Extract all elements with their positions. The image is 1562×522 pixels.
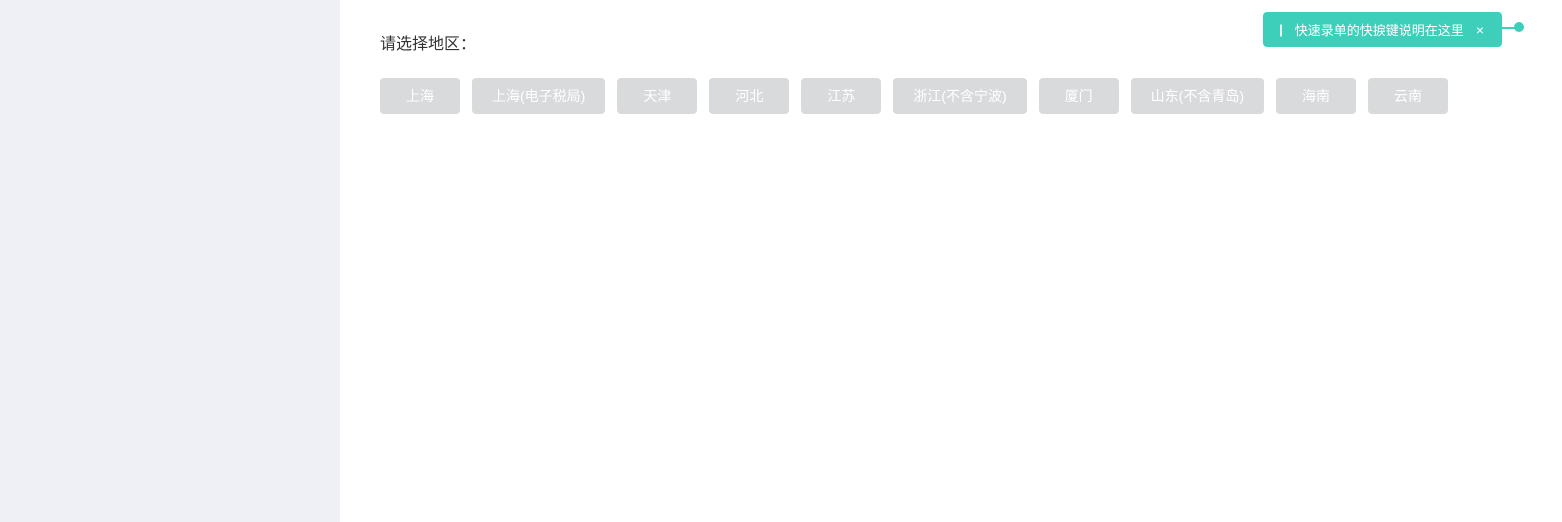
region-btn-shanghai[interactable]: 上海 — [380, 78, 460, 114]
main-content: 请选择地区： 上海上海(电子税局)天津河北江苏浙江(不含宁波)厦门山东(不含青岛… — [340, 0, 1562, 522]
region-btn-yunnan[interactable]: 云南 — [1368, 78, 1448, 114]
left-sidebar — [0, 0, 340, 522]
region-btn-shanghai-etax[interactable]: 上海(电子税局) — [472, 78, 605, 114]
region-btn-jiangsu[interactable]: 江苏 — [801, 78, 881, 114]
region-btn-hebei[interactable]: 河北 — [709, 78, 789, 114]
tooltip-dot — [1514, 22, 1524, 32]
region-buttons-container: 上海上海(电子税局) 天津河北江苏浙江(不含宁波) 厦门山东(不含青岛) 海南云南 — [380, 78, 1522, 114]
region-btn-xiamen[interactable]: 厦门 — [1039, 78, 1119, 114]
region-btn-tianjin[interactable]: 天津 — [617, 78, 697, 114]
region-btn-shandong[interactable]: 山东(不含青岛) — [1131, 78, 1264, 114]
region-btn-zhejiang[interactable]: 浙江(不含宁波) — [893, 78, 1026, 114]
region-btn-hainan[interactable]: 海南 — [1276, 78, 1356, 114]
tooltip-banner: 快速录单的快捩键说明在这里 × — [1263, 12, 1502, 47]
tooltip-close-button[interactable]: × — [1474, 22, 1486, 38]
tooltip-text: 快速录单的快捩键说明在这里 — [1295, 20, 1464, 39]
